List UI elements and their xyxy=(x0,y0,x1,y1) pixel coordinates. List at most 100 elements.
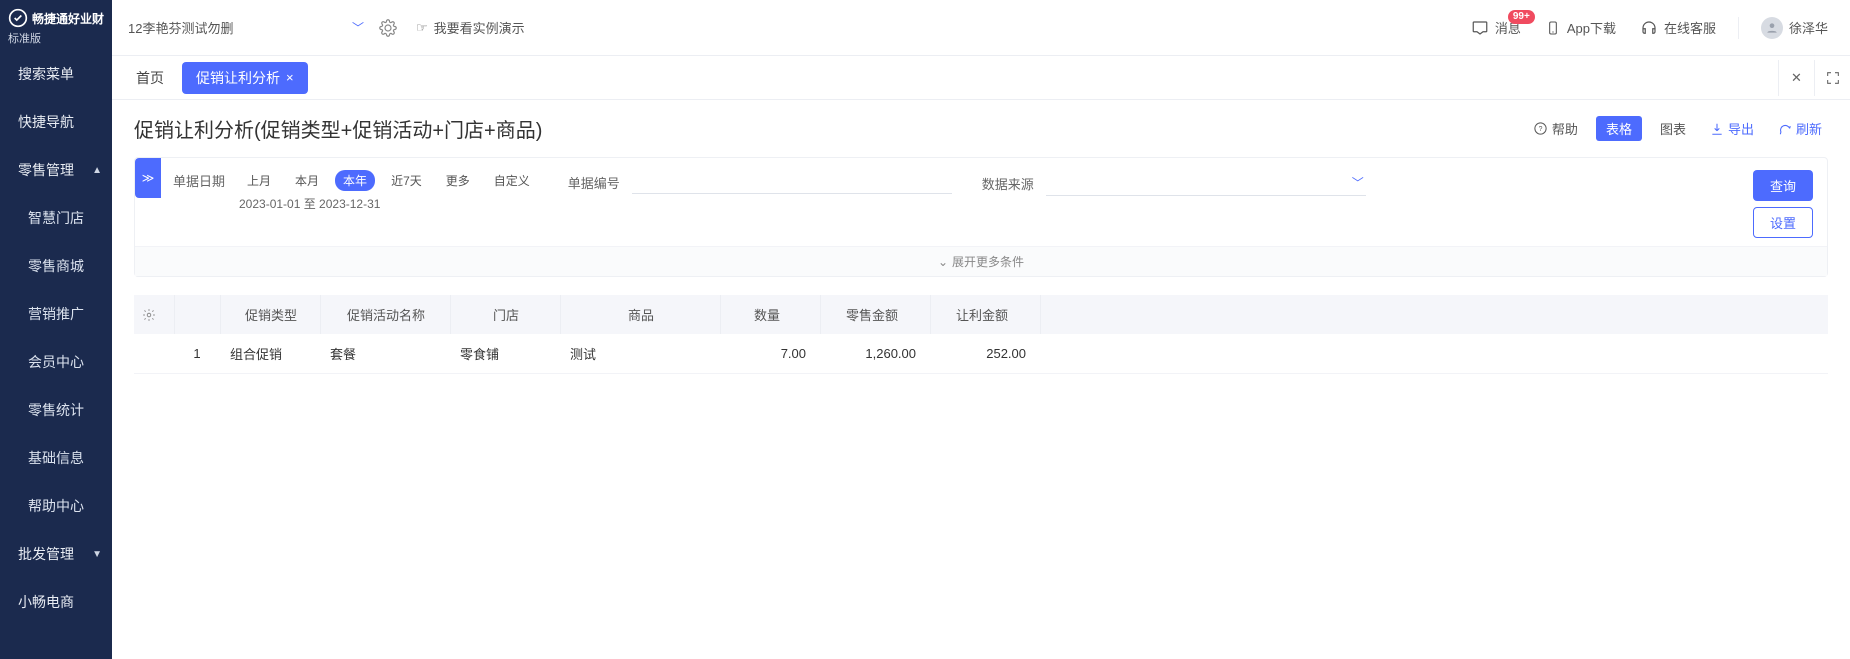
org-selector[interactable]: 12李艳芬测试勿删 ﹀ xyxy=(126,14,366,42)
col-product: 商品 xyxy=(560,295,720,334)
expand-filters-label: 展开更多条件 xyxy=(952,253,1024,270)
view-chart-button[interactable]: 图表 xyxy=(1654,119,1692,138)
table-row[interactable]: 1组合促销套餐零食铺测试7.001,260.00252.00 xyxy=(134,334,1828,374)
filter-actions: 查询 设置 xyxy=(1753,170,1813,238)
demo-link[interactable]: ☞ 我要看实例演示 xyxy=(416,18,525,37)
topbar-divider xyxy=(1738,17,1739,39)
tab-label: 首页 xyxy=(136,68,164,88)
tab-1[interactable]: 促销让利分析 × xyxy=(182,62,308,94)
doc-no-input[interactable] xyxy=(632,170,952,194)
sidebar-item-label: 零售统计 xyxy=(28,400,84,420)
support-label: 在线客服 xyxy=(1664,18,1716,37)
export-label: 导出 xyxy=(1728,119,1754,138)
caret-up-icon: ▲ xyxy=(92,165,102,176)
caret-down-icon: ▼ xyxy=(92,549,102,560)
brand-block: 畅捷通好业财 标准版 xyxy=(0,0,112,50)
sidebar-item-label: 零售商城 xyxy=(28,256,84,276)
sidebar-item-2[interactable]: 零售管理▲ xyxy=(0,146,112,194)
tab-label: 促销让利分析 xyxy=(196,68,280,88)
col-promo-type: 促销类型 xyxy=(220,295,320,334)
topbar: 12李艳芬测试勿删 ﹀ ☞ 我要看实例演示 消息 99+ App下载 xyxy=(112,0,1850,56)
refresh-label: 刷新 xyxy=(1796,119,1822,138)
filter-panel: ≫ 单据日期 上月本月本年近7天更多自定义 2023-01-01 至 2023-… xyxy=(134,157,1828,277)
headset-icon xyxy=(1640,19,1658,37)
sidebar-item-0[interactable]: 搜索菜单 xyxy=(0,50,112,98)
tab-0[interactable]: 首页 xyxy=(122,62,178,94)
date-chip-1[interactable]: 本月 xyxy=(287,170,327,191)
col-activity-name: 促销活动名称 xyxy=(320,295,450,334)
filter-docno-label: 单据编号 xyxy=(568,173,620,192)
date-chips: 上月本月本年近7天更多自定义 xyxy=(239,170,538,191)
date-chip-0[interactable]: 上月 xyxy=(239,170,279,191)
messages-badge: 99+ xyxy=(1508,10,1535,24)
filter-source-group: 数据来源 ﹀ xyxy=(982,170,1366,196)
query-button-label: 查询 xyxy=(1770,179,1796,194)
avatar-icon xyxy=(1761,17,1783,39)
page-title: 促销让利分析(促销类型+促销活动+门店+商品) xyxy=(134,114,542,143)
fullscreen-icon xyxy=(1825,70,1841,86)
org-selector-label: 12李艳芬测试勿删 xyxy=(128,18,233,37)
sidebar-item-1[interactable]: 快捷导航 xyxy=(0,98,112,146)
phone-icon xyxy=(1545,20,1561,36)
export-icon xyxy=(1710,122,1724,136)
date-chip-4[interactable]: 更多 xyxy=(438,170,478,191)
sidebar-item-6[interactable]: 会员中心 xyxy=(0,338,112,386)
help-button[interactable]: ? 帮助 xyxy=(1527,119,1584,138)
brand-name: 畅捷通好业财 xyxy=(32,10,104,27)
sidebar-item-label: 小畅电商 xyxy=(18,592,74,612)
filter-date-label: 单据日期 xyxy=(173,171,225,190)
filter-date-group: 单据日期 上月本月本年近7天更多自定义 2023-01-01 至 2023-12… xyxy=(173,170,538,212)
app-download-button[interactable]: App下载 xyxy=(1537,18,1624,37)
refresh-icon xyxy=(1778,122,1792,136)
filter-settings-label: 设置 xyxy=(1770,216,1796,231)
filter-collapse-toggle[interactable]: ≫ xyxy=(135,158,161,198)
refresh-button[interactable]: 刷新 xyxy=(1772,119,1828,138)
view-chart-label: 图表 xyxy=(1660,119,1686,138)
row-gear-cell xyxy=(134,334,174,374)
cell-discount: 252.00 xyxy=(930,334,1040,374)
sidebar-item-7[interactable]: 零售统计 xyxy=(0,386,112,434)
expand-filters-button[interactable]: ⌄ 展开更多条件 xyxy=(135,246,1827,276)
table-settings-header[interactable] xyxy=(134,295,174,334)
filter-docno-group: 单据编号 xyxy=(568,170,952,194)
sidebar-item-11[interactable]: 小畅电商 xyxy=(0,578,112,626)
row-index: 1 xyxy=(174,334,220,374)
sidebar-item-label: 帮助中心 xyxy=(28,496,84,516)
query-button[interactable]: 查询 xyxy=(1753,170,1813,201)
sidebar-item-3[interactable]: 智慧门店 xyxy=(0,194,112,242)
user-menu[interactable]: 徐泽华 xyxy=(1753,17,1836,39)
org-settings-button[interactable] xyxy=(374,14,402,42)
filter-source-label: 数据来源 xyxy=(982,174,1034,193)
sidebar-item-10[interactable]: 批发管理 ▼ xyxy=(0,530,112,578)
sidebar-item-4[interactable]: 零售商城 xyxy=(0,242,112,290)
chevron-down-icon: ﹀ xyxy=(352,19,364,36)
sidebar-item-label: 基础信息 xyxy=(28,448,84,468)
date-chip-3[interactable]: 近7天 xyxy=(383,170,430,191)
sidebar-item-label: 智慧门店 xyxy=(28,208,84,228)
sidebar-item-label: 会员中心 xyxy=(28,352,84,372)
hand-icon: ☞ xyxy=(416,20,428,36)
sidebar-item-5[interactable]: 营销推广 xyxy=(0,290,112,338)
filter-settings-button[interactable]: 设置 xyxy=(1753,207,1813,238)
app-download-label: App下载 xyxy=(1567,18,1616,37)
fullscreen-button[interactable] xyxy=(1814,60,1850,96)
date-chip-5[interactable]: 自定义 xyxy=(486,170,538,191)
tabs-row: 首页 促销让利分析 × ✕ xyxy=(112,56,1850,100)
tabs-close-button[interactable]: ✕ xyxy=(1778,60,1814,96)
close-icon[interactable]: × xyxy=(286,70,294,85)
data-source-select[interactable]: ﹀ xyxy=(1046,170,1366,196)
view-table-button[interactable]: 表格 xyxy=(1596,116,1642,141)
col-qty: 数量 xyxy=(720,295,820,334)
support-button[interactable]: 在线客服 xyxy=(1632,18,1724,37)
sidebar-item-label: 批发管理 xyxy=(18,544,74,564)
sidebar-item-8[interactable]: 基础信息 xyxy=(0,434,112,482)
results-table: 促销类型 促销活动名称 门店 商品 数量 零售金额 让利金额 1组合促销套餐零食… xyxy=(134,295,1828,374)
messages-button[interactable]: 消息 99+ xyxy=(1463,18,1529,37)
export-button[interactable]: 导出 xyxy=(1704,119,1760,138)
help-icon: ? xyxy=(1533,121,1548,136)
sidebar: 畅捷通好业财 标准版 搜索菜单快捷导航零售管理▲ 智慧门店零售商城营销推广会员中心… xyxy=(0,0,112,659)
date-range-text: 2023-01-01 至 2023-12-31 xyxy=(239,195,538,212)
date-chip-2[interactable]: 本年 xyxy=(335,170,375,191)
sidebar-item-9[interactable]: 帮助中心 xyxy=(0,482,112,530)
view-table-label: 表格 xyxy=(1606,119,1632,138)
